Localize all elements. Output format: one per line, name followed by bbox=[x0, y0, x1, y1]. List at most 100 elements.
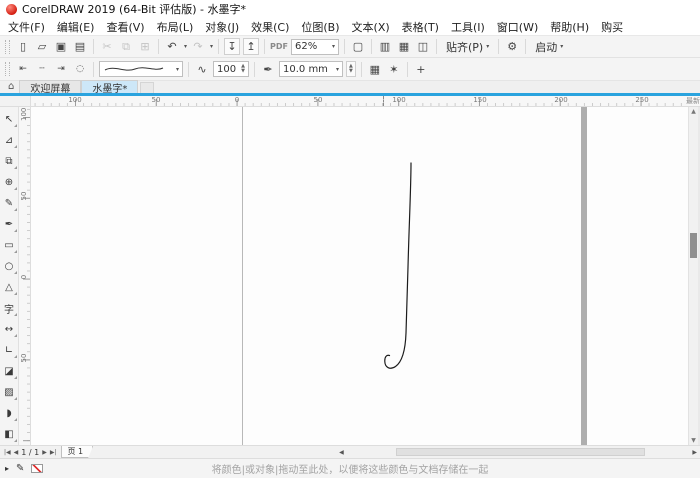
show-rulers-icon[interactable]: ▥ bbox=[377, 38, 393, 55]
pick-tool[interactable]: ↖ bbox=[1, 109, 18, 130]
menu-edit[interactable]: 编辑(E) bbox=[51, 18, 101, 35]
scroll-down-icon[interactable]: ▼ bbox=[691, 437, 696, 444]
vertical-ruler[interactable]: 100 50 0 50 bbox=[19, 107, 31, 445]
property-bar-grip[interactable] bbox=[5, 62, 10, 76]
ruler-origin-button[interactable] bbox=[0, 96, 31, 106]
freehand-tool[interactable]: ✎ bbox=[1, 193, 18, 214]
prev-page-button[interactable]: ◀ bbox=[14, 449, 19, 456]
horizontal-scrollbar[interactable]: ◀ ▶ bbox=[336, 446, 700, 458]
vertical-scroll-thumb[interactable] bbox=[690, 233, 697, 258]
print-icon[interactable]: ▤ bbox=[72, 38, 88, 55]
vertical-scrollbar[interactable]: ▲ ▼ bbox=[688, 107, 698, 445]
undo-dropdown-icon[interactable]: ▾ bbox=[184, 43, 187, 50]
undo-icon[interactable]: ↶ bbox=[164, 38, 180, 55]
menu-table[interactable]: 表格(T) bbox=[396, 18, 445, 35]
launch-button[interactable]: 启动 ▾ bbox=[531, 38, 567, 55]
tab-welcome-screen[interactable]: 欢迎屏幕 bbox=[19, 80, 82, 95]
menu-buy[interactable]: 购买 bbox=[595, 18, 629, 35]
dimension-tool[interactable]: ↔ bbox=[1, 319, 18, 340]
menu-help[interactable]: 帮助(H) bbox=[544, 18, 595, 35]
status-pen-icon: ✎ bbox=[16, 463, 25, 474]
spinner-down-icon[interactable]: ▼ bbox=[349, 69, 353, 74]
first-page-button[interactable]: |◀ bbox=[4, 449, 11, 456]
line-style-preview bbox=[104, 67, 164, 71]
publish-pdf-icon[interactable]: PDF bbox=[270, 38, 288, 55]
outline-width-select[interactable]: 10.0 mm ▾ bbox=[279, 61, 343, 77]
new-document-tab-button[interactable] bbox=[140, 82, 155, 93]
new-document-icon[interactable]: ▯ bbox=[15, 38, 31, 55]
menu-file[interactable]: 文件(F) bbox=[2, 18, 51, 35]
open-icon[interactable]: ▱ bbox=[34, 38, 50, 55]
zoom-level-select[interactable]: 62% ▾ bbox=[291, 38, 339, 55]
end-arrowhead-icon[interactable]: ⇥ bbox=[53, 61, 69, 78]
add-preset-button[interactable]: + bbox=[413, 61, 429, 78]
scroll-up-icon[interactable]: ▲ bbox=[691, 108, 696, 115]
line-style-select[interactable]: ▾ bbox=[99, 61, 183, 77]
stepper-down-icon[interactable]: ▼ bbox=[241, 69, 245, 74]
line-style-icon[interactable]: ┄ bbox=[34, 61, 50, 78]
statusbar: 将颜色|或对象|拖动至此处，以便将这些颜色与文档存储在一起 ▸ ✎ bbox=[0, 458, 700, 478]
horizontal-scroll-thumb[interactable] bbox=[396, 448, 645, 456]
toolbar-separator bbox=[158, 39, 159, 54]
fill-none-swatch[interactable] bbox=[31, 464, 44, 473]
shape-tool[interactable]: ⊿ bbox=[1, 130, 18, 151]
redo-dropdown-icon[interactable]: ▾ bbox=[210, 43, 213, 50]
eyedropper-tool[interactable]: ◗ bbox=[1, 403, 18, 424]
ruler-row: 100 50 0 50 100 150 200 250 最新 bbox=[0, 96, 700, 107]
fullscreen-preview-icon[interactable]: ▢ bbox=[350, 38, 366, 55]
polygon-tool[interactable]: △ bbox=[1, 277, 18, 298]
save-icon[interactable]: ▣ bbox=[53, 38, 69, 55]
export-icon[interactable]: ↥ bbox=[243, 38, 260, 55]
drawing-canvas[interactable] bbox=[31, 107, 688, 445]
smoothing-input[interactable]: 100 ▲ ▼ bbox=[213, 61, 249, 77]
toolbar-separator bbox=[371, 39, 372, 54]
menu-bitmaps[interactable]: 位图(B) bbox=[295, 18, 345, 35]
last-page-button[interactable]: ▶| bbox=[50, 449, 57, 456]
nudge-spinner[interactable]: ▲ ▼ bbox=[346, 61, 356, 77]
import-icon[interactable]: ↧ bbox=[224, 38, 241, 55]
menu-effects[interactable]: 效果(C) bbox=[245, 18, 295, 35]
toolbar-separator bbox=[264, 39, 266, 54]
interactive-fill-tool[interactable]: ◧ bbox=[1, 424, 18, 445]
paste-icon[interactable]: ⊞ bbox=[137, 38, 153, 55]
next-page-button[interactable]: ▶ bbox=[42, 449, 47, 456]
menu-tools[interactable]: 工具(I) bbox=[445, 18, 491, 35]
tool-settings-icon[interactable]: ✶ bbox=[386, 61, 402, 78]
cut-icon[interactable]: ✂ bbox=[99, 38, 115, 55]
smoothing-stepper[interactable]: ▲ ▼ bbox=[241, 64, 245, 74]
zoom-tool[interactable]: ⊕ bbox=[1, 172, 18, 193]
outline-width-value: 10.0 mm bbox=[283, 63, 328, 75]
ruler-label: 200 bbox=[554, 96, 568, 104]
page-tab-1[interactable]: 页 1 bbox=[61, 446, 94, 458]
close-curve-icon[interactable]: ◌ bbox=[72, 61, 88, 78]
crop-tool[interactable]: ⧉ bbox=[1, 151, 18, 172]
scroll-right-icon[interactable]: ▶ bbox=[692, 449, 697, 456]
preview-mode-icon[interactable]: ◫ bbox=[415, 38, 431, 55]
status-icons: ▸ ✎ bbox=[5, 463, 44, 474]
transparency-tool[interactable]: ▨ bbox=[1, 382, 18, 403]
redo-icon[interactable]: ↷ bbox=[190, 38, 206, 55]
snap-to-button[interactable]: 贴齐(P) ▾ bbox=[442, 38, 493, 55]
text-wrap-icon[interactable]: ▦ bbox=[367, 61, 383, 78]
scroll-left-icon[interactable]: ◀ bbox=[339, 449, 344, 456]
copy-icon[interactable]: ⧉ bbox=[118, 38, 134, 55]
menu-window[interactable]: 窗口(W) bbox=[491, 18, 544, 35]
toolbar-grip[interactable] bbox=[5, 39, 10, 54]
options-gear-icon[interactable]: ⚙ bbox=[504, 38, 520, 55]
menu-layout[interactable]: 布局(L) bbox=[151, 18, 200, 35]
menu-view[interactable]: 查看(V) bbox=[100, 18, 150, 35]
shadow-tool[interactable]: ◪ bbox=[1, 361, 18, 382]
ellipse-tool[interactable]: ○ bbox=[1, 256, 18, 277]
connector-tool[interactable]: ∟ bbox=[1, 340, 18, 361]
menu-text[interactable]: 文本(X) bbox=[346, 18, 396, 35]
text-tool[interactable]: 字 bbox=[1, 298, 18, 319]
menu-object[interactable]: 对象(J) bbox=[199, 18, 245, 35]
home-icon[interactable]: ⌂ bbox=[3, 81, 19, 93]
toolbox: ↖ ⊿ ⧉ ⊕ ✎ ✒ ▭ ○ △ 字 ↔ ∟ ◪ ▨ ◗ ◧ bbox=[0, 107, 19, 445]
tab-document-shuimozi[interactable]: 水墨字* bbox=[81, 80, 139, 95]
rectangle-tool[interactable]: ▭ bbox=[1, 235, 18, 256]
start-arrowhead-icon[interactable]: ⇤ bbox=[15, 61, 31, 78]
horizontal-ruler[interactable]: 100 50 0 50 100 150 200 250 bbox=[31, 96, 686, 106]
artistic-media-tool[interactable]: ✒ bbox=[1, 214, 18, 235]
show-grid-icon[interactable]: ▦ bbox=[396, 38, 412, 55]
